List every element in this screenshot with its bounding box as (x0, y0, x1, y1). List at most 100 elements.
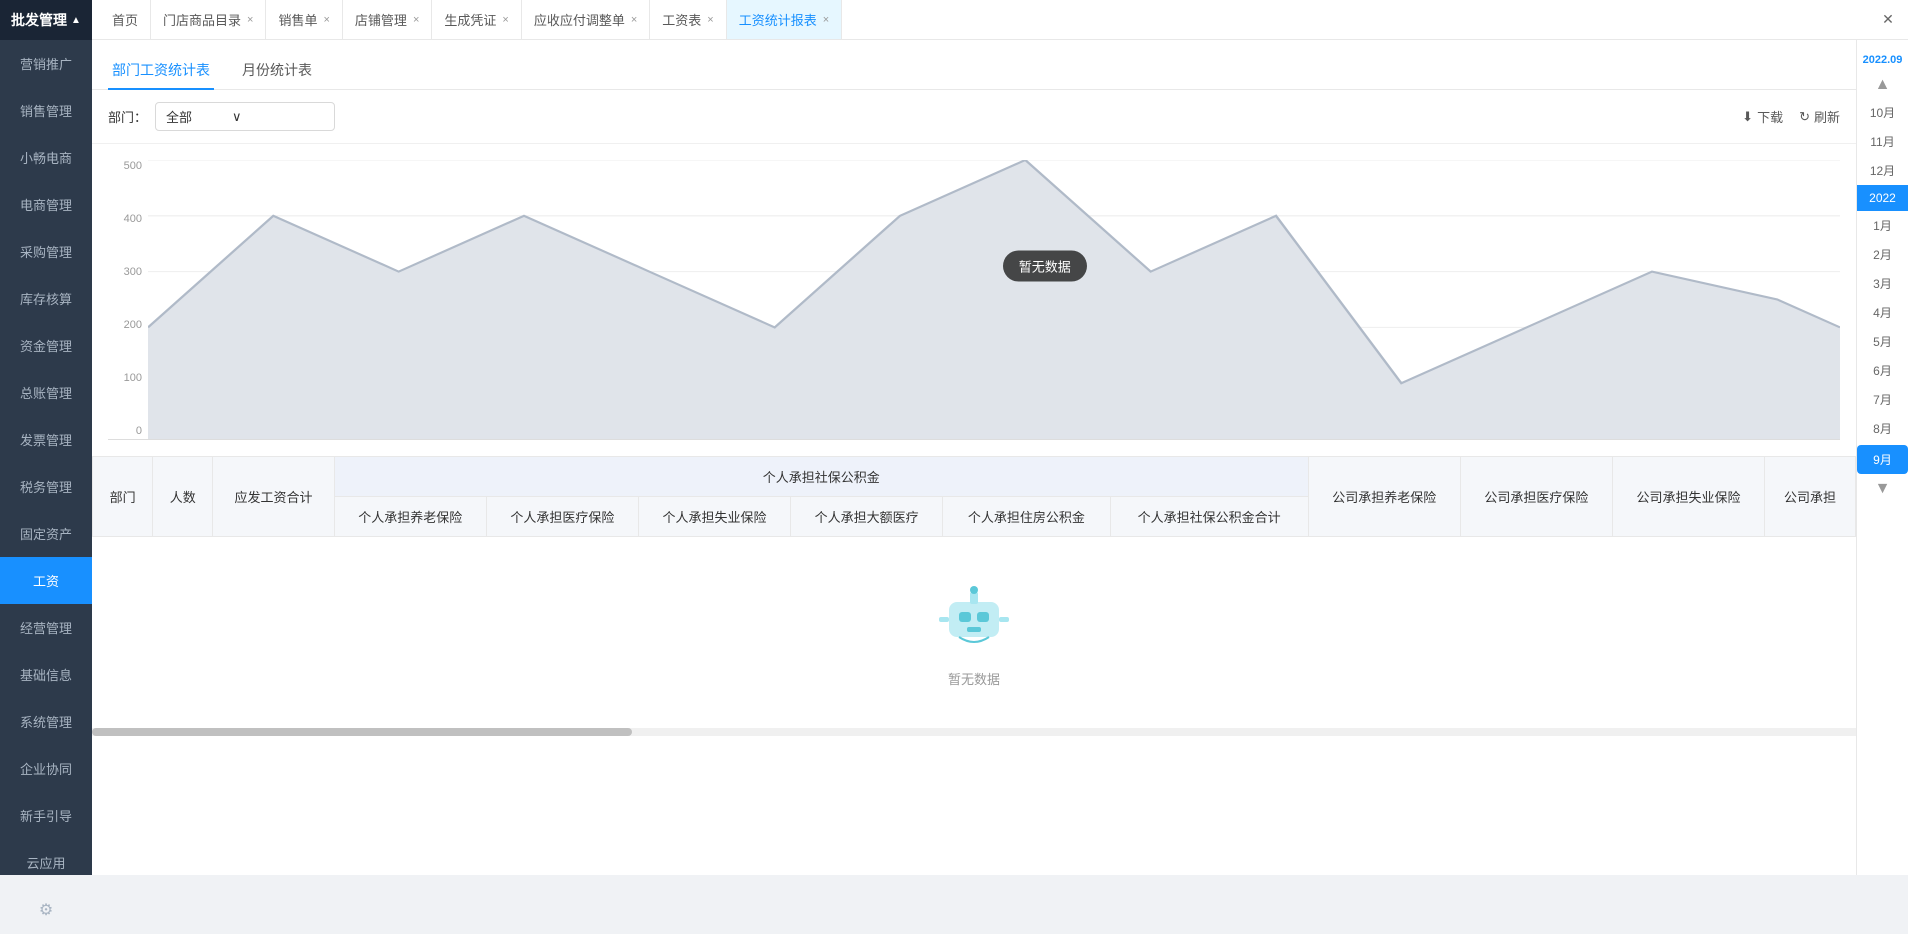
close-payroll-icon[interactable]: × (707, 14, 713, 26)
sidebar-item-payroll[interactable]: 工资 (0, 557, 92, 604)
sidebar-item-system[interactable]: 系统管理 (0, 698, 92, 745)
date-month-1[interactable]: 1月 (1857, 211, 1908, 240)
date-header: 2022.09 (1857, 48, 1908, 72)
sidebar-item-ecom-mgmt[interactable]: 电商管理 (0, 181, 92, 228)
toolbar-right: ⬇ 下载 ↻ 刷新 (1742, 107, 1840, 126)
download-label: 下载 (1757, 107, 1783, 126)
close-payroll-report-icon[interactable]: × (823, 14, 829, 26)
main-area: 首页 门店商品目录 × 销售单 × 店铺管理 × 生成凭证 × 应收应付调整单 … (92, 0, 1908, 875)
dept-select-value: 全部 (166, 107, 192, 126)
close-voucher-icon[interactable]: × (502, 14, 508, 26)
tab-store-mgmt[interactable]: 店铺管理 × (343, 0, 432, 40)
close-ar-ap-icon[interactable]: × (631, 14, 637, 26)
close-sales-order-icon[interactable]: × (323, 14, 329, 26)
sidebar-item-operations[interactable]: 经营管理 (0, 604, 92, 651)
date-month-3[interactable]: 3月 (1857, 269, 1908, 298)
sidebar-item-tax[interactable]: 税务管理 (0, 463, 92, 510)
tab-ar-ap-label: 应收应付调整单 (534, 10, 625, 29)
scroll-thumb[interactable] (92, 728, 632, 736)
sub-tab-month[interactable]: 月份统计表 (238, 52, 316, 90)
sidebar-item-ledger[interactable]: 总账管理 (0, 369, 92, 416)
tab-payroll-label: 工资表 (662, 10, 701, 29)
right-date-panel: 2022.09 ▲ 10月 11月 12月 2022 1月 2月 3月 4月 5… (1856, 40, 1908, 875)
tab-bar: 首页 门店商品目录 × 销售单 × 店铺管理 × 生成凭证 × 应收应付调整单 … (92, 0, 1908, 40)
sidebar-item-guide[interactable]: 新手引导 (0, 792, 92, 839)
sidebar-item-ecom-small[interactable]: 小畅电商 (0, 134, 92, 181)
tab-home[interactable]: 首页 (100, 0, 151, 40)
dept-select[interactable]: 全部 ∨ (155, 102, 335, 131)
sidebar-item-sales[interactable]: 销售管理 (0, 87, 92, 134)
refresh-label: 刷新 (1814, 107, 1840, 126)
tab-store-mgmt-label: 店铺管理 (355, 10, 407, 29)
date-month-4[interactable]: 4月 (1857, 298, 1908, 327)
chevron-down-icon: ∨ (232, 109, 242, 125)
th-company-more: 公司承担 (1765, 457, 1856, 537)
sidebar-item-marketing[interactable]: 营销推广 (0, 40, 92, 87)
sub-tabs: 部门工资统计表 月份统计表 (92, 40, 1856, 90)
th-personal-unemploy: 个人承担失业保险 (638, 497, 790, 537)
bottom-scrollbar[interactable] (92, 728, 1856, 736)
y-label-0: 0 (108, 425, 148, 437)
settings-button[interactable]: ⚙ (0, 886, 92, 934)
tab-voucher[interactable]: 生成凭证 × (432, 0, 521, 40)
page-content: 部门工资统计表 月份统计表 部门： 全部 ∨ ⬇ 下载 (92, 40, 1856, 875)
date-month-9-active[interactable]: 9月 (1857, 445, 1908, 474)
th-personal-housing: 个人承担住房公积金 (943, 497, 1110, 537)
sidebar-top-label[interactable]: 批发管理 ▲ (0, 0, 92, 40)
date-month-8[interactable]: 8月 (1857, 414, 1908, 443)
date-month-6[interactable]: 6月 (1857, 356, 1908, 385)
tab-store-catalog[interactable]: 门店商品目录 × (151, 0, 266, 40)
tab-payroll-report[interactable]: 工资统计报表 × (727, 0, 842, 40)
th-company-medical: 公司承担医疗保险 (1460, 457, 1612, 537)
down-arrow-icon[interactable]: ▼ (1871, 476, 1895, 502)
y-label-500: 500 (108, 160, 148, 172)
date-month-2[interactable]: 2月 (1857, 240, 1908, 269)
sidebar-item-base-info[interactable]: 基础信息 (0, 651, 92, 698)
date-month-7[interactable]: 7月 (1857, 385, 1908, 414)
date-month-10[interactable]: 10月 (1857, 98, 1908, 127)
download-button[interactable]: ⬇ 下载 (1742, 107, 1783, 126)
sidebar-brand: 批发管理 (11, 10, 67, 30)
sidebar-item-collab[interactable]: 企业协同 (0, 745, 92, 792)
table-container[interactable]: 部门 人数 应发工资合计 个人承担社保公积金 公司承担养老保险 公司承担医疗保险… (92, 456, 1856, 875)
tab-bar-actions: ✕ (1876, 8, 1900, 32)
sidebar: 批发管理 ▲ 营销推广 销售管理 小畅电商 电商管理 采购管理 库存核算 资金管… (0, 0, 92, 875)
tab-store-catalog-label: 门店商品目录 (163, 10, 241, 29)
sidebar-item-inventory[interactable]: 库存核算 (0, 275, 92, 322)
content-area: 部门工资统计表 月份统计表 部门： 全部 ∨ ⬇ 下载 (92, 40, 1908, 875)
table-header-row1: 部门 人数 应发工资合计 个人承担社保公积金 公司承担养老保险 公司承担医疗保险… (93, 457, 1856, 497)
tab-close-all-btn[interactable]: ✕ (1876, 8, 1900, 32)
sub-tab-dept[interactable]: 部门工资统计表 (108, 52, 214, 90)
chart-svg (148, 160, 1840, 439)
download-icon: ⬇ (1742, 109, 1753, 125)
toolbar: 部门： 全部 ∨ ⬇ 下载 ↻ 刷新 (92, 90, 1856, 144)
th-personal-insurance-group: 个人承担社保公积金 (334, 457, 1308, 497)
th-dept: 部门 (93, 457, 153, 537)
refresh-button[interactable]: ↻ 刷新 (1799, 107, 1840, 126)
chart-wrap: 500 400 300 200 100 0 (108, 160, 1840, 440)
sidebar-item-purchase[interactable]: 采购管理 (0, 228, 92, 275)
data-table: 部门 人数 应发工资合计 个人承担社保公积金 公司承担养老保险 公司承担医疗保险… (92, 456, 1856, 537)
tab-payroll[interactable]: 工资表 × (650, 0, 726, 40)
empty-label: 暂无数据 (948, 669, 1000, 688)
th-personal-major-medical: 个人承担大额医疗 (791, 497, 943, 537)
sidebar-item-invoice[interactable]: 发票管理 (0, 416, 92, 463)
dept-label: 部门： (108, 107, 147, 126)
up-arrow-icon[interactable]: ▲ (1871, 72, 1895, 98)
date-month-5[interactable]: 5月 (1857, 327, 1908, 356)
sidebar-item-fixed-assets[interactable]: 固定资产 (0, 510, 92, 557)
robot-icon (934, 577, 1014, 657)
y-label-400: 400 (108, 213, 148, 225)
th-personal-old: 个人承担养老保险 (334, 497, 486, 537)
sidebar-item-finance[interactable]: 资金管理 (0, 322, 92, 369)
sidebar-item-cloud[interactable]: 云应用 (0, 839, 92, 886)
date-month-12[interactable]: 12月 (1857, 156, 1908, 185)
close-store-catalog-icon[interactable]: × (247, 14, 253, 26)
close-store-mgmt-icon[interactable]: × (413, 14, 419, 26)
date-month-11[interactable]: 11月 (1857, 127, 1908, 156)
y-label-200: 200 (108, 319, 148, 331)
chart-container: 500 400 300 200 100 0 (92, 144, 1856, 456)
tab-sales-order[interactable]: 销售单 × (266, 0, 342, 40)
tab-ar-ap[interactable]: 应收应付调整单 × (522, 0, 650, 40)
date-year-2022[interactable]: 2022 (1857, 185, 1908, 211)
